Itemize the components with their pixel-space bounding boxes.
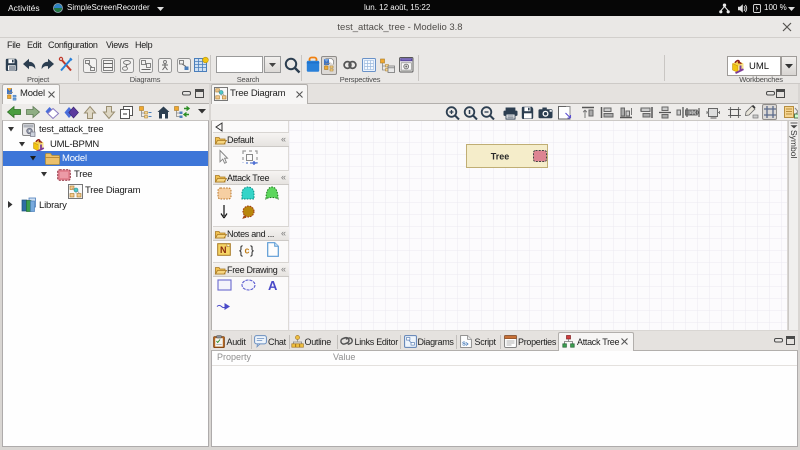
svg-text:}: } (250, 243, 254, 257)
svg-text:c: c (245, 246, 250, 256)
svg-text:s: s (462, 341, 466, 348)
svg-text:A: A (268, 278, 278, 293)
svg-text:N: N (220, 245, 227, 255)
svg-text:100: 100 (690, 111, 699, 117)
svg-text:Tree: Tree (491, 152, 510, 162)
svg-text:{: { (239, 243, 243, 257)
